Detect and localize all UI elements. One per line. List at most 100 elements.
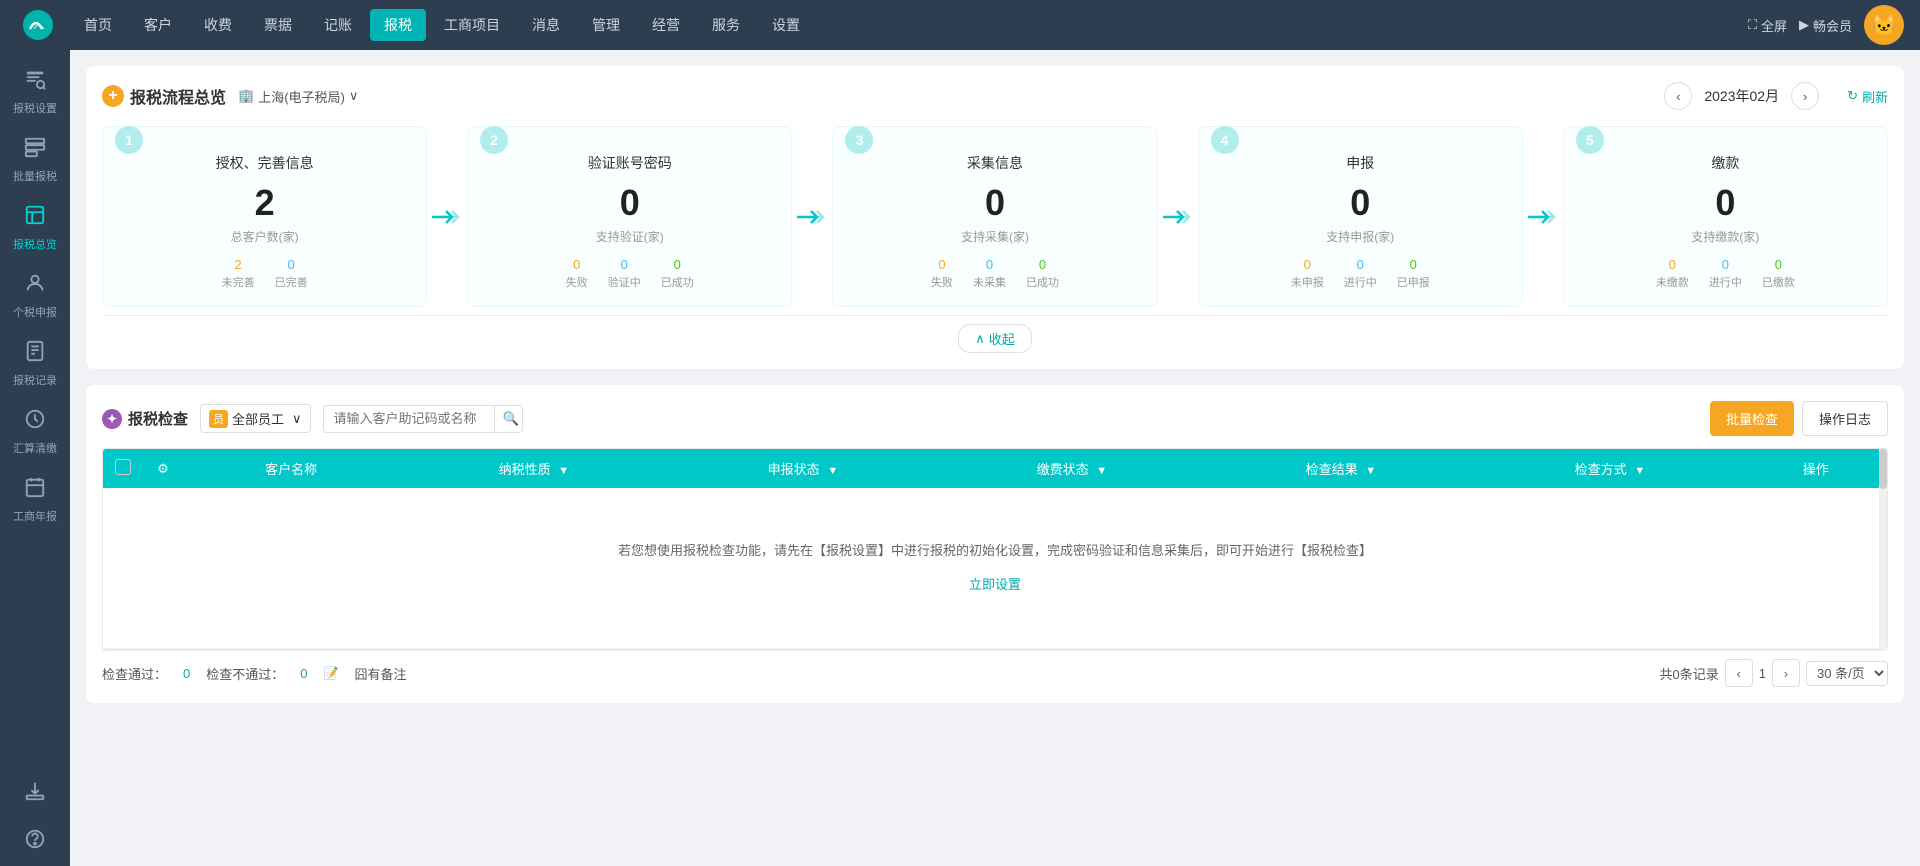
step-count-5: 0 [1580,181,1871,224]
app-logo[interactable] [16,3,60,47]
collapse-label: 收起 [989,329,1015,348]
mascot-avatar[interactable]: 🐱 [1864,5,1904,45]
sidebar-item-settlement[interactable]: 汇算清缴 [0,398,70,466]
table-header-check-method[interactable]: 检查方式 ▼ [1475,449,1744,488]
sidebar-item-tax-settings[interactable]: 报税设置 [0,58,70,126]
step-title-1: 授权、完善信息 [119,153,410,173]
sidebar-download[interactable] [0,770,70,818]
prev-month-button[interactable]: ‹ [1664,82,1692,110]
nav-operations[interactable]: 经营 [638,9,694,41]
sidebar-item-annual-report[interactable]: 工商年报 [0,466,70,534]
batch-tax-icon [24,136,46,164]
step-title-2: 验证账号密码 [484,153,775,173]
collapse-button[interactable]: ∧ 收起 [958,324,1032,353]
table-header-pay-status[interactable]: 缴费状态 ▼ [937,449,1206,488]
search-input[interactable] [324,406,494,431]
stat-val-1-0[interactable]: 2 [234,257,241,272]
pass-label: 检查通过： [102,664,167,683]
step-stats-2: 0 失败 0 验证中 0 已成功 [484,257,775,290]
stat-val-4-0[interactable]: 0 [1304,257,1311,272]
search-icon: 🔍 [503,411,520,426]
note-label: 囧有备注 [354,664,406,683]
first-page-button[interactable]: ‹ [1725,659,1753,687]
sidebar-label-personal-tax: 个税申报 [13,304,57,320]
nav-business[interactable]: 工商项目 [430,9,514,41]
nav-home[interactable]: 首页 [70,9,126,41]
fullscreen-label: 全屏 [1761,16,1787,35]
nav-settings[interactable]: 设置 [758,9,814,41]
main-content: + 报税流程总览 🏢 上海(电子税局) ∨ ‹ 2023年02月 › ↻ 刷新 [70,50,1920,866]
nav-accounting[interactable]: 记账 [310,9,366,41]
filter-icon-check-result: ▼ [1365,465,1376,477]
stat-val-5-1[interactable]: 0 [1722,257,1729,272]
operation-log-button[interactable]: 操作日志 [1802,401,1888,436]
search-button[interactable]: 🔍 [494,406,523,432]
step-stats-1: 2 未完善 0 已完善 [119,257,410,290]
fail-label: 检查不通过： [206,664,284,683]
employee-select[interactable]: 员 全部员工 ∨ [200,404,311,433]
stat-val-5-2[interactable]: 0 [1775,257,1782,272]
stat-val-1-1[interactable]: 0 [287,257,294,272]
table-header-customer[interactable]: 客户名称 [183,449,399,488]
stat-4-1: 0 进行中 [1344,257,1377,290]
table-header-tax-nature[interactable]: 纳税性质 ▼ [399,449,668,488]
total-count: 共0条记录 [1660,664,1719,683]
sidebar-item-personal-tax[interactable]: 个税申报 [0,262,70,330]
table-header-settings[interactable]: ⚙ [143,449,183,488]
page-size-select[interactable]: 30 条/页 [1806,661,1888,686]
pass-count[interactable]: 0 [183,666,190,681]
next-page-button[interactable]: › [1772,659,1800,687]
member-button[interactable]: ▶ 畅会员 [1799,16,1852,35]
stat-val-2-0[interactable]: 0 [573,257,580,272]
nav-messages[interactable]: 消息 [518,9,574,41]
sidebar-help[interactable] [0,818,70,866]
scrollbar-thumb[interactable] [1879,449,1887,489]
step-number-2: 2 [480,126,508,154]
table-header-operations: 操作 [1744,449,1887,488]
stat-4-0: 0 未申报 [1291,257,1324,290]
sidebar-item-tax-overview[interactable]: 报税总览 [0,194,70,262]
batch-check-button[interactable]: 批量检查 [1710,401,1794,436]
stat-val-4-1[interactable]: 0 [1357,257,1364,272]
pagination: 共0条记录 ‹ 1 › 30 条/页 [1660,659,1888,687]
search-box: 🔍 [323,405,523,433]
location-tag[interactable]: 🏢 上海(电子税局) ∨ [238,87,358,106]
table-header-check-result[interactable]: 检查结果 ▼ [1206,449,1475,488]
note-icon: 📝 [324,666,339,680]
fail-count[interactable]: 0 [300,666,307,681]
stat-val-3-2[interactable]: 0 [1039,257,1046,272]
next-month-button[interactable]: › [1791,82,1819,110]
table-header-declare-status[interactable]: 申报状态 ▼ [668,449,937,488]
stat-5-1: 0 进行中 [1709,257,1742,290]
stat-val-3-1[interactable]: 0 [986,257,993,272]
nav-customer[interactable]: 客户 [130,9,186,41]
stat-val-2-2[interactable]: 0 [674,257,681,272]
refresh-button[interactable]: ↻ 刷新 [1847,87,1888,106]
stat-val-4-2[interactable]: 0 [1410,257,1417,272]
fullscreen-button[interactable]: ⛶ 全屏 [1748,16,1787,35]
table-footer: 检查通过： 0 检查不通过： 0 📝 囧有备注 共0条记录 ‹ 1 › 30 条… [102,650,1888,687]
table-header-checkbox[interactable] [103,449,143,488]
flow-title-text: 报税流程总览 [130,84,226,108]
scrollbar-track[interactable] [1879,449,1887,649]
stat-val-3-0[interactable]: 0 [938,257,945,272]
stat-label-2-0: 失败 [566,274,588,290]
sidebar-item-batch-tax[interactable]: 批量报税 [0,126,70,194]
stat-val-2-1[interactable]: 0 [621,257,628,272]
step-subtitle-5: 支持缴款(家) [1580,228,1871,245]
setup-link[interactable]: 立即设置 [969,577,1021,592]
employee-icon: 员 [209,410,228,428]
nav-fee[interactable]: 收费 [190,9,246,41]
select-all-checkbox[interactable] [115,459,131,475]
nav-services[interactable]: 服务 [698,9,754,41]
header-customer-label: 客户名称 [265,462,317,477]
nav-management[interactable]: 管理 [578,9,634,41]
nav-tax[interactable]: 报税 [370,9,426,41]
stat-2-1: 0 验证中 [608,257,641,290]
flow-arrow-4 [1523,126,1563,307]
sidebar-item-tax-records[interactable]: 报税记录 [0,330,70,398]
stat-val-5-0[interactable]: 0 [1669,257,1676,272]
nav-invoice[interactable]: 票据 [250,9,306,41]
location-icon: 🏢 [238,88,254,104]
filter-icon-tax-nature: ▼ [558,465,569,477]
